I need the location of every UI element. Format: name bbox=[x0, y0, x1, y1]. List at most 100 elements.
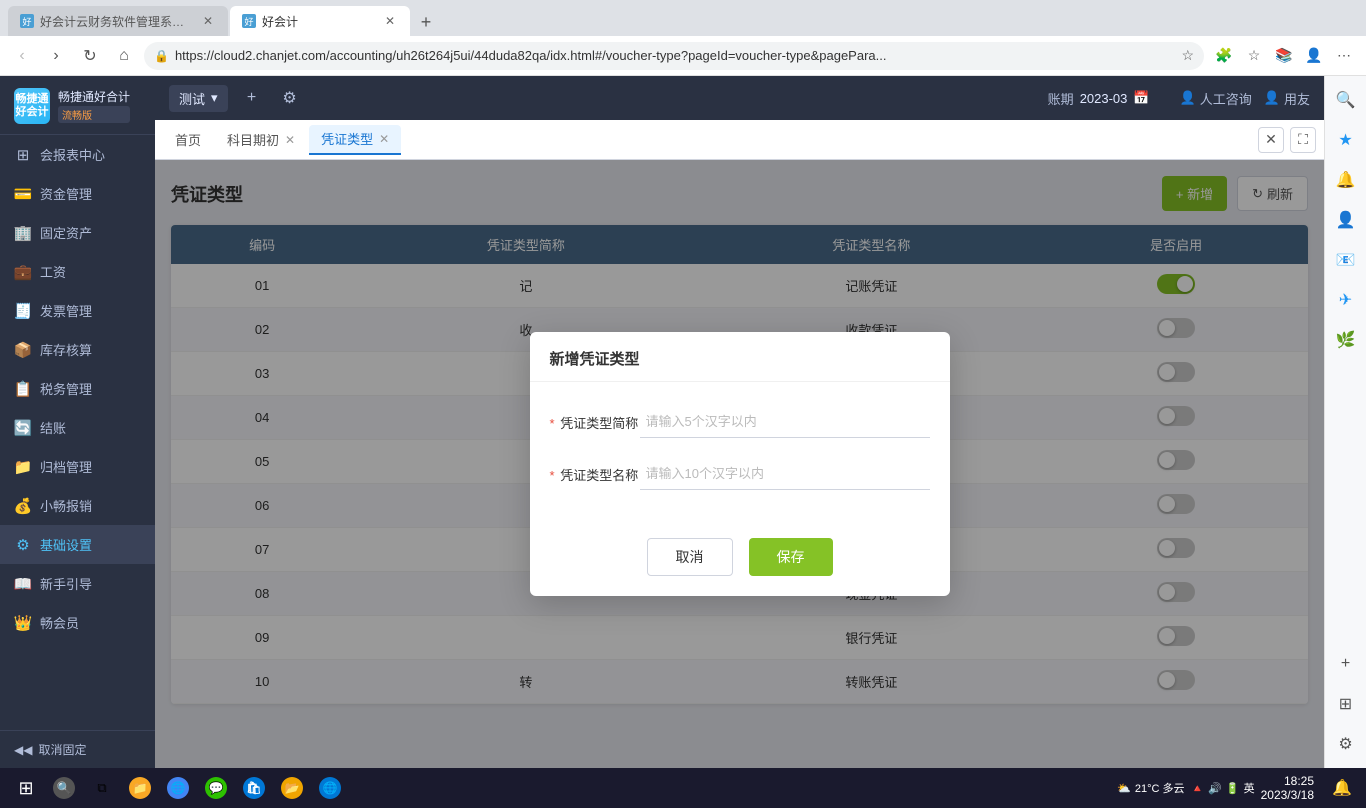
collections-button[interactable]: 📚 bbox=[1270, 42, 1298, 70]
profile-button[interactable]: 👤 bbox=[1300, 42, 1328, 70]
sidebar-label-capital: 资金管理 bbox=[40, 184, 92, 203]
taskbar-wechat[interactable]: 💬 bbox=[200, 772, 232, 804]
right-icon-2[interactable]: 🔔 bbox=[1330, 164, 1362, 196]
tab-close-panel-button[interactable]: ✕ bbox=[1258, 127, 1284, 153]
bookmark-star-icon[interactable]: ☆ bbox=[1181, 47, 1194, 64]
clock-time: 18:25 bbox=[1261, 774, 1314, 788]
favorites-button[interactable]: ☆ bbox=[1240, 42, 1268, 70]
sidebar-label-guide: 新手引导 bbox=[40, 574, 92, 593]
sidebar-item-checkout[interactable]: 🔄 结账 bbox=[0, 408, 155, 447]
cancel-fixed-icon: ◀◀ bbox=[14, 743, 32, 757]
home-button[interactable]: ⌂ bbox=[110, 42, 138, 70]
top-bar: 测试 ▾ + ⚙ 账期 2023-03 📅 👤 人工咨询 👤 用友 bbox=[155, 76, 1324, 120]
abbr-label: * 凭证类型简称 bbox=[550, 413, 640, 432]
settings-icon: ⚙ bbox=[14, 536, 32, 554]
sidebar-item-archive[interactable]: 📁 归档管理 bbox=[0, 447, 155, 486]
right-blue-icon-1[interactable]: ★ bbox=[1330, 124, 1362, 156]
tab-subject-period[interactable]: 科目期初 ✕ bbox=[215, 125, 307, 155]
extensions-button[interactable]: 🧩 bbox=[1210, 42, 1238, 70]
taskbar-chrome[interactable]: 🌐 bbox=[162, 772, 194, 804]
add-company-button[interactable]: + bbox=[238, 84, 266, 112]
user-actions: 👤 人工咨询 👤 用友 bbox=[1180, 89, 1310, 108]
sidebar-item-inventory[interactable]: 📦 库存核算 bbox=[0, 330, 155, 369]
browser-tab-2[interactable]: 好 好会计 ✕ bbox=[230, 6, 410, 36]
form-row-abbr: * 凭证类型简称 bbox=[550, 406, 930, 438]
taskbar-files[interactable]: 📂 bbox=[276, 772, 308, 804]
payroll-icon: 💼 bbox=[14, 263, 32, 281]
tab-home[interactable]: 首页 bbox=[163, 125, 213, 155]
period-label: 账期 bbox=[1048, 89, 1074, 108]
sidebar-item-dashboard[interactable]: ⊞ 会报表中心 bbox=[0, 135, 155, 174]
tab-voucher-type[interactable]: 凭证类型 ✕ bbox=[309, 125, 401, 155]
right-grid-icon[interactable]: ⊞ bbox=[1330, 688, 1362, 720]
save-button[interactable]: 保存 bbox=[749, 538, 833, 576]
settings-gear-button[interactable]: ⚙ bbox=[276, 84, 304, 112]
period-calendar-icon[interactable]: 📅 bbox=[1133, 90, 1149, 106]
taskbar-search[interactable]: 🔍 bbox=[48, 772, 80, 804]
sidebar-item-guide[interactable]: 📖 新手引导 bbox=[0, 564, 155, 603]
sidebar-item-capital[interactable]: 💳 资金管理 bbox=[0, 174, 155, 213]
user-avatar-icon: 👤 bbox=[1264, 90, 1280, 106]
back-button[interactable]: ‹ bbox=[8, 42, 36, 70]
sidebar-item-settings[interactable]: ⚙ 基础设置 bbox=[0, 525, 155, 564]
right-settings-icon[interactable]: ⚙ bbox=[1330, 728, 1362, 760]
name-input[interactable] bbox=[640, 458, 930, 490]
tab-voucher-type-close[interactable]: ✕ bbox=[379, 132, 389, 146]
consult-icon: 👤 bbox=[1180, 90, 1196, 106]
tax-icon: 📋 bbox=[14, 380, 32, 398]
browser-tab-1-close[interactable]: ✕ bbox=[200, 13, 216, 29]
sidebar-label-payroll: 工资 bbox=[40, 262, 66, 281]
tab-expand-panel-button[interactable]: ⛶ bbox=[1290, 127, 1316, 153]
browser-tab-1[interactable]: 好 好会计云财务软件管理系统_会计 ✕ bbox=[8, 6, 228, 36]
taskbar-clock: 18:25 2023/3/18 bbox=[1261, 774, 1314, 802]
sidebar-item-member[interactable]: 👑 畅会员 bbox=[0, 603, 155, 642]
right-add-icon[interactable]: + bbox=[1330, 648, 1362, 680]
right-outlook-icon[interactable]: 📧 bbox=[1330, 244, 1362, 276]
company-selector[interactable]: 测试 ▾ bbox=[169, 85, 228, 112]
sidebar-item-tax[interactable]: 📋 税务管理 bbox=[0, 369, 155, 408]
address-bar[interactable]: 🔒 https://cloud2.chanjet.com/accounting/… bbox=[144, 42, 1204, 70]
right-purple-icon[interactable]: 👤 bbox=[1330, 204, 1362, 236]
app-tab-bar: 首页 科目期初 ✕ 凭证类型 ✕ ✕ ⛶ bbox=[155, 120, 1324, 160]
fixed-assets-icon: 🏢 bbox=[14, 224, 32, 242]
consult-button[interactable]: 👤 人工咨询 bbox=[1180, 89, 1252, 108]
taskbar-edge[interactable]: 🌐 bbox=[314, 772, 346, 804]
taskbar-explorer[interactable]: 📁 bbox=[124, 772, 156, 804]
taskbar-store[interactable]: 🛍 bbox=[238, 772, 270, 804]
name-required-marker: * bbox=[550, 468, 555, 483]
tab-subject-period-close[interactable]: ✕ bbox=[285, 133, 295, 147]
sidebar-cancel-fixed[interactable]: ◀◀ 取消固定 bbox=[0, 730, 155, 768]
sidebar-item-invoice[interactable]: 🧾 发票管理 bbox=[0, 291, 155, 330]
invoice-icon: 🧾 bbox=[14, 302, 32, 320]
right-blue-icon-3[interactable]: ✈ bbox=[1330, 284, 1362, 316]
archive-icon: 📁 bbox=[14, 458, 32, 476]
right-search-icon[interactable]: 🔍 bbox=[1330, 84, 1362, 116]
sidebar-label-expense: 小畅报销 bbox=[40, 496, 92, 515]
browser-chrome: 好 好会计云财务软件管理系统_会计 ✕ 好 好会计 ✕ + ‹ › ↻ ⌂ 🔒 … bbox=[0, 0, 1366, 76]
sidebar-item-payroll[interactable]: 💼 工资 bbox=[0, 252, 155, 291]
guide-icon: 📖 bbox=[14, 575, 32, 593]
right-green-icon[interactable]: 🌿 bbox=[1330, 324, 1362, 356]
add-voucher-type-modal: 新增凭证类型 * 凭证类型简称 * bbox=[530, 332, 950, 596]
forward-button[interactable]: › bbox=[42, 42, 70, 70]
right-sidebar: 🔍 ★ 🔔 👤 📧 ✈ 🌿 + ⊞ ⚙ bbox=[1324, 76, 1366, 768]
browser-tab-2-favicon: 好 bbox=[242, 14, 256, 28]
tab-voucher-type-label: 凭证类型 bbox=[321, 129, 373, 148]
menu-button[interactable]: ⋯ bbox=[1330, 42, 1358, 70]
start-button[interactable]: ⊞ bbox=[10, 772, 42, 804]
refresh-button[interactable]: ↻ bbox=[76, 42, 104, 70]
notification-button[interactable]: 🔔 bbox=[1328, 774, 1356, 802]
clock-date: 2023/3/18 bbox=[1261, 788, 1314, 802]
browser-tab-2-close[interactable]: ✕ bbox=[382, 13, 398, 29]
new-tab-button[interactable]: + bbox=[412, 8, 440, 36]
dashboard-icon: ⊞ bbox=[14, 146, 32, 164]
sound-icon: 🔊 bbox=[1208, 782, 1222, 795]
abbr-input[interactable] bbox=[640, 406, 930, 438]
cancel-button[interactable]: 取消 bbox=[647, 538, 733, 576]
user-profile-button[interactable]: 👤 用友 bbox=[1264, 89, 1310, 108]
period-value: 2023-03 bbox=[1080, 91, 1128, 106]
checkout-icon: 🔄 bbox=[14, 419, 32, 437]
sidebar-item-expense[interactable]: 💰 小畅报销 bbox=[0, 486, 155, 525]
taskbar-taskview[interactable]: ⧉ bbox=[86, 772, 118, 804]
sidebar-item-fixed-assets[interactable]: 🏢 固定资产 bbox=[0, 213, 155, 252]
